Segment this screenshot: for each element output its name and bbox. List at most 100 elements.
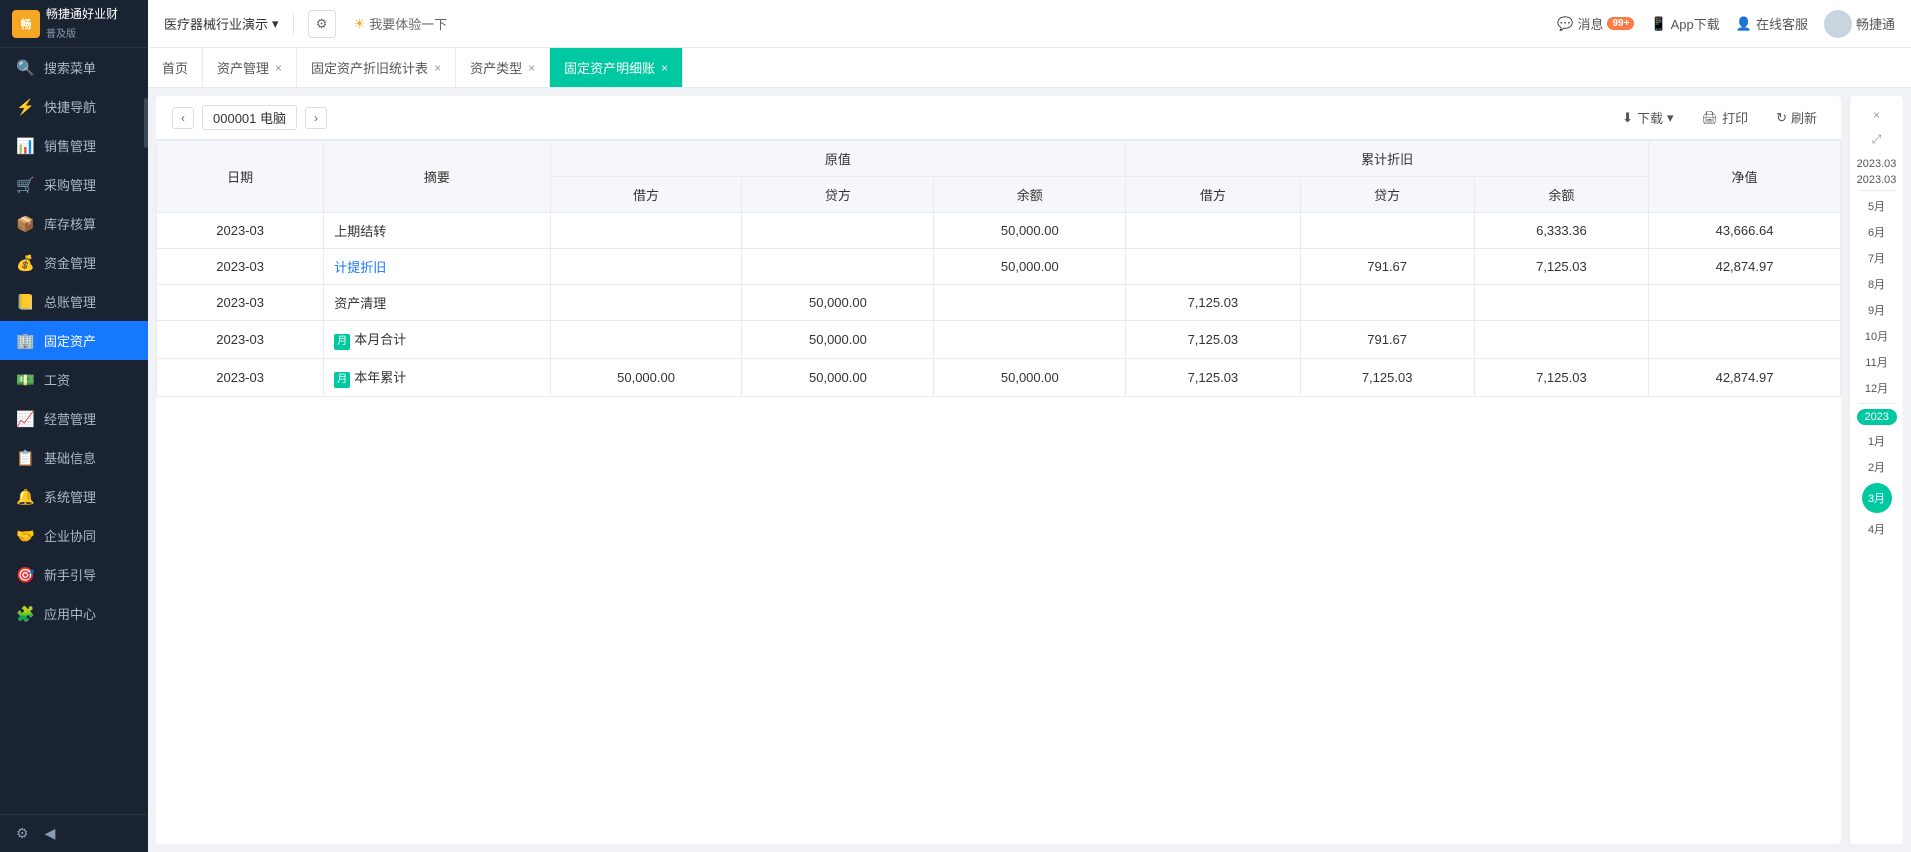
rs-month-1[interactable]: 1月 bbox=[1850, 428, 1903, 454]
rs-month-6[interactable]: 6月 bbox=[1850, 219, 1903, 245]
cell-dep-debit: 7,125.03 bbox=[1126, 285, 1300, 321]
company-selector[interactable]: 医疗器械行业演示 ▾ bbox=[164, 14, 279, 33]
summary-link[interactable]: 计提折旧 bbox=[334, 260, 386, 275]
sidebar-item-guide[interactable]: 🎯 新手引导 bbox=[0, 555, 148, 594]
cell-orig-balance: 50,000.00 bbox=[934, 249, 1126, 285]
rs-month-10[interactable]: 10月 bbox=[1850, 323, 1903, 349]
cell-dep-credit: 791.67 bbox=[1300, 249, 1474, 285]
sidebar-item-app-center[interactable]: 🧩 应用中心 bbox=[0, 594, 148, 633]
rs-month-12[interactable]: 12月 bbox=[1850, 375, 1903, 401]
rs-month-3-active[interactable]: 3月 bbox=[1862, 483, 1892, 513]
sidebar-item-general-ledger[interactable]: 📒 总账管理 bbox=[0, 282, 148, 321]
sidebar-item-finance[interactable]: 💰 资金管理 bbox=[0, 243, 148, 282]
sidebar-bottom: ⚙ ◀ bbox=[0, 814, 148, 852]
tab-close-asset-management[interactable]: × bbox=[275, 61, 282, 75]
next-asset-button[interactable]: › bbox=[305, 107, 327, 129]
tab-depreciation-table[interactable]: 固定资产折旧统计表 × bbox=[297, 48, 456, 88]
sidebar-item-enterprise[interactable]: 🤝 企业协同 bbox=[0, 516, 148, 555]
messages-action[interactable]: 💬 消息 99+ bbox=[1557, 14, 1634, 33]
sidebar-item-salary[interactable]: 💵 工资 bbox=[0, 360, 148, 399]
rs-month-11[interactable]: 11月 bbox=[1850, 349, 1903, 375]
search-icon: 🔍 bbox=[16, 59, 34, 77]
chart-icon: 📊 bbox=[16, 137, 34, 155]
cell-net-value bbox=[1649, 321, 1841, 359]
rs-year-badge: 2023 bbox=[1857, 409, 1897, 425]
col-orig-debit: 借方 bbox=[550, 177, 742, 213]
tab-home[interactable]: 首页 bbox=[148, 48, 203, 88]
tab-asset-detail[interactable]: 固定资产明细账 × bbox=[550, 48, 683, 88]
rs-month-5[interactable]: 5月 bbox=[1850, 193, 1903, 219]
cell-orig-credit bbox=[742, 213, 934, 249]
tab-close-depreciation-table[interactable]: × bbox=[434, 61, 441, 75]
rs-month-4[interactable]: 4月 bbox=[1850, 516, 1903, 542]
refresh-button[interactable]: ↻ 刷新 bbox=[1768, 104, 1825, 131]
cell-summary: 月本月合计 bbox=[324, 321, 550, 359]
user-action[interactable]: 畅捷通 bbox=[1824, 10, 1895, 38]
cell-orig-credit bbox=[742, 249, 934, 285]
star-icon: ☀ bbox=[354, 16, 366, 32]
content-main: ‹ 000001 电脑 › ⬇ 下载 ▾ 🖨 打印 ↻ 刷新 bbox=[156, 96, 1841, 844]
expand-panel-button[interactable]: ⤢ bbox=[1866, 128, 1888, 150]
tab-close-asset-detail[interactable]: × bbox=[661, 61, 668, 75]
cell-dep-balance bbox=[1474, 321, 1648, 359]
tabs-bar: 首页 资产管理 × 固定资产折旧统计表 × 资产类型 × 固定资产明细账 × bbox=[148, 48, 1911, 88]
cell-net-value: 42,874.97 bbox=[1649, 359, 1841, 397]
rs-month-9[interactable]: 9月 bbox=[1850, 297, 1903, 323]
cell-date: 2023-03 bbox=[157, 359, 324, 397]
experience-button[interactable]: ☀ 我要体验一下 bbox=[344, 10, 458, 37]
sidebar-item-inventory[interactable]: 📦 库存核算 bbox=[0, 204, 148, 243]
download-button[interactable]: ⬇ 下载 ▾ bbox=[1614, 104, 1681, 131]
sidebar-item-sales[interactable]: 📊 销售管理 bbox=[0, 126, 148, 165]
handshake-icon: 🤝 bbox=[16, 527, 34, 545]
topbar-separator bbox=[293, 14, 294, 34]
sidebar-scrollbar[interactable] bbox=[144, 98, 148, 148]
col-accumulated-depreciation: 累计折旧 bbox=[1126, 141, 1649, 177]
cell-orig-debit bbox=[550, 249, 742, 285]
rs-month-7[interactable]: 7月 bbox=[1850, 245, 1903, 271]
rs-year-entry-1: 2023.03 bbox=[1857, 156, 1897, 172]
tab-close-asset-type[interactable]: × bbox=[528, 61, 535, 75]
chevron-down-icon: ▾ bbox=[272, 16, 279, 32]
cell-orig-balance bbox=[934, 321, 1126, 359]
rs-month-2[interactable]: 2月 bbox=[1850, 454, 1903, 480]
col-original-value: 原值 bbox=[550, 141, 1126, 177]
avatar bbox=[1824, 10, 1852, 38]
sidebar-item-purchase[interactable]: 🛒 采购管理 bbox=[0, 165, 148, 204]
refresh-icon: ↻ bbox=[1776, 110, 1787, 126]
settings-icon[interactable]: ⚙ bbox=[16, 825, 29, 842]
download-chevron-icon: ▾ bbox=[1667, 110, 1674, 126]
cell-net-value bbox=[1649, 285, 1841, 321]
cell-dep-credit bbox=[1300, 213, 1474, 249]
col-net-value: 净值 bbox=[1649, 141, 1841, 213]
download-icon: ⬇ bbox=[1622, 110, 1633, 126]
cell-dep-balance bbox=[1474, 285, 1648, 321]
cell-summary: 上期结转 bbox=[324, 213, 550, 249]
close-panel-button[interactable]: × bbox=[1866, 104, 1888, 126]
rs-month-8[interactable]: 8月 bbox=[1850, 271, 1903, 297]
rs-window-controls: × ⤢ bbox=[1866, 100, 1888, 156]
asset-code-tag: 000001 电脑 bbox=[202, 105, 297, 130]
cell-date: 2023-03 bbox=[157, 249, 324, 285]
tab-asset-management[interactable]: 资产管理 × bbox=[203, 48, 297, 88]
app-download-action[interactable]: 📱 App下载 bbox=[1650, 14, 1719, 33]
sidebar-item-system[interactable]: 🔔 系统管理 bbox=[0, 477, 148, 516]
print-button[interactable]: 🖨 打印 bbox=[1694, 104, 1757, 131]
sidebar-item-search[interactable]: 🔍 搜索菜单 bbox=[0, 48, 148, 87]
cell-orig-debit: 50,000.00 bbox=[550, 359, 742, 397]
settings-button[interactable]: ⚙ bbox=[308, 10, 336, 38]
tab-asset-type[interactable]: 资产类型 × bbox=[456, 48, 550, 88]
sidebar-item-operations[interactable]: 📈 经营管理 bbox=[0, 399, 148, 438]
content-toolbar: ‹ 000001 电脑 › ⬇ 下载 ▾ 🖨 打印 ↻ 刷新 bbox=[156, 96, 1841, 140]
sidebar-item-quick-nav[interactable]: ⚡ 快捷导航 bbox=[0, 87, 148, 126]
message-icon: 💬 bbox=[1557, 16, 1573, 32]
cell-summary: 计提折旧 bbox=[324, 249, 550, 285]
ops-icon: 📈 bbox=[16, 410, 34, 428]
sidebar-item-basic-info[interactable]: 📋 基础信息 bbox=[0, 438, 148, 477]
online-service-action[interactable]: 👤 在线客服 bbox=[1736, 14, 1808, 33]
sidebar-item-fixed-assets[interactable]: 🏢 固定资产 bbox=[0, 321, 148, 360]
prev-asset-button[interactable]: ‹ bbox=[172, 107, 194, 129]
col-date: 日期 bbox=[157, 141, 324, 213]
toolbar-actions: ⬇ 下载 ▾ 🖨 打印 ↻ 刷新 bbox=[1614, 104, 1825, 131]
collapse-icon[interactable]: ◀ bbox=[45, 825, 56, 842]
cell-summary: 月本年累计 bbox=[324, 359, 550, 397]
